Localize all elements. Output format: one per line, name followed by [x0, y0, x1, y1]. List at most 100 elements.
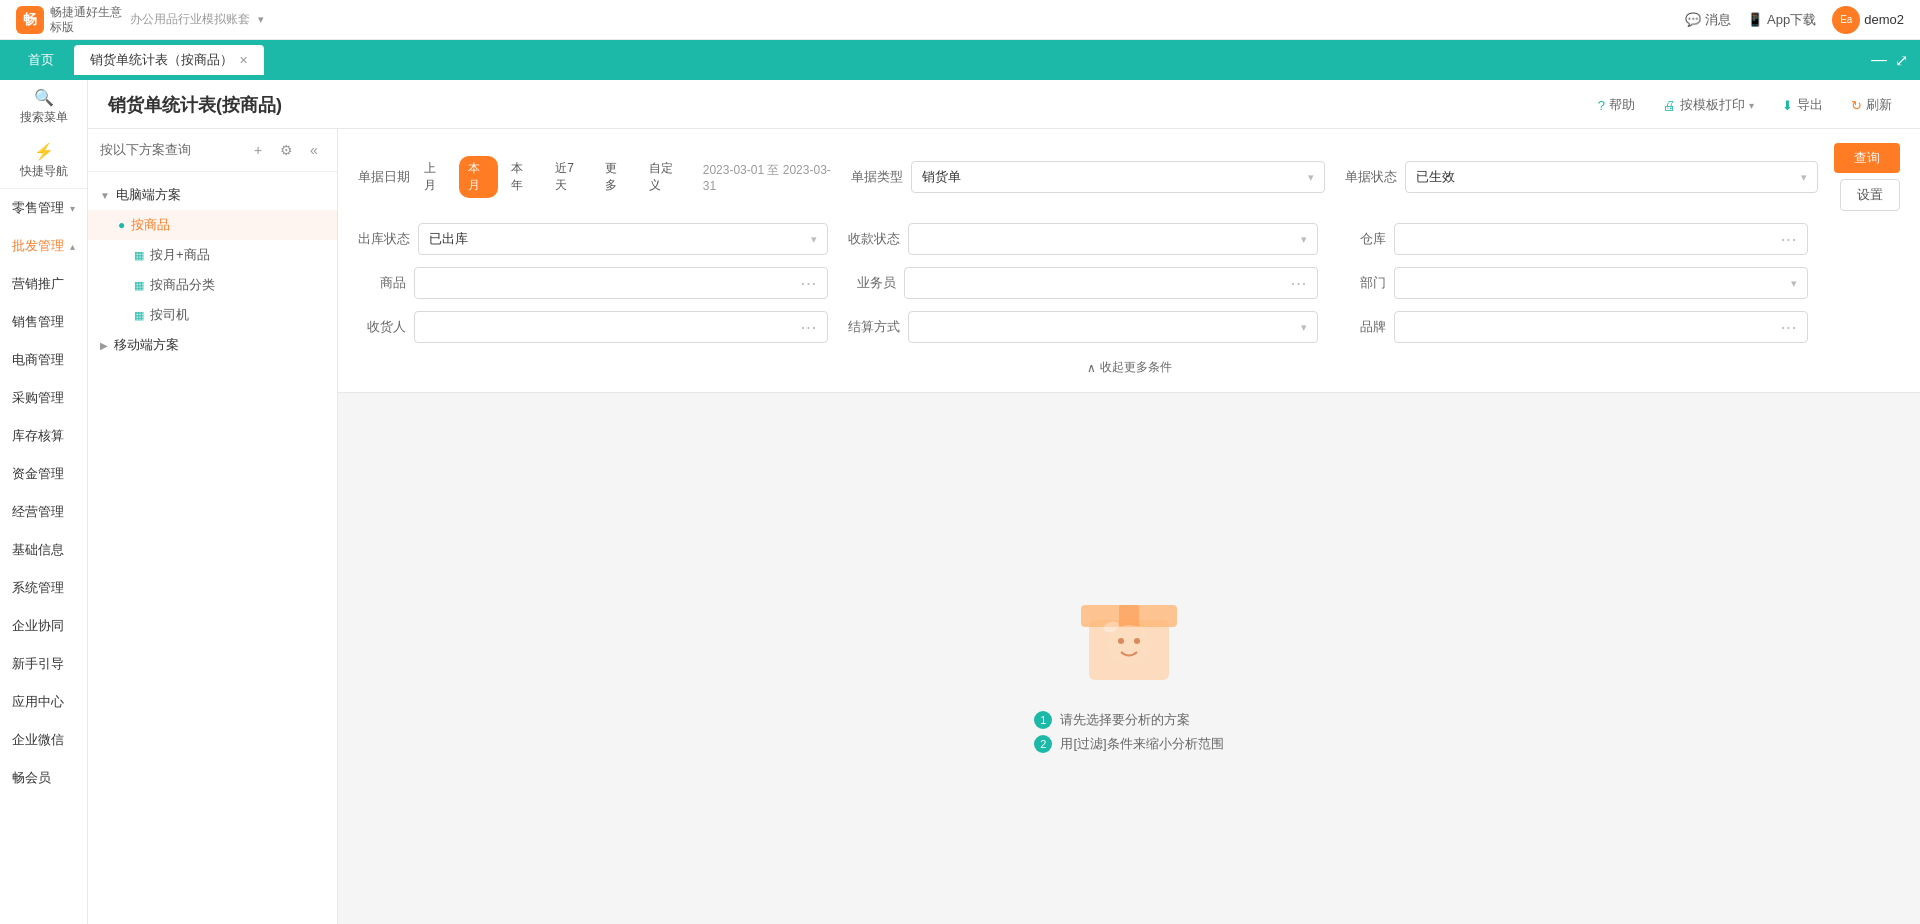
- tab-sales-stat[interactable]: 销货单统计表（按商品） ✕: [74, 45, 264, 75]
- query-btn[interactable]: 查询: [1834, 143, 1900, 173]
- brand-label: 品牌: [1338, 318, 1394, 336]
- sidebar-item-ecommerce[interactable]: 电商管理: [0, 341, 87, 379]
- brand-input[interactable]: ···: [1394, 311, 1808, 343]
- collect-status-input[interactable]: ▾: [908, 223, 1318, 255]
- page-title: 销货单统计表(按商品): [108, 93, 282, 117]
- sidebar-item-enterprise[interactable]: 企业协同: [0, 607, 87, 645]
- sidebar-item-system[interactable]: 系统管理: [0, 569, 87, 607]
- sidebar-item-vip[interactable]: 畅会员: [0, 759, 87, 797]
- salesperson-input[interactable]: ···: [904, 267, 1318, 299]
- tree-group-mobile-header[interactable]: ▶ 移动端方案: [88, 330, 337, 360]
- panel-add-btn[interactable]: +: [247, 139, 269, 161]
- warehouse-group: 仓库 ···: [1338, 223, 1808, 255]
- receiver-input[interactable]: ···: [414, 311, 828, 343]
- message-icon: 💬: [1685, 12, 1701, 27]
- date-tab-current-month[interactable]: 本月: [459, 156, 499, 198]
- panel-settings-btn[interactable]: ⚙: [275, 139, 297, 161]
- tree-item-by-product[interactable]: ● 按商品: [88, 210, 337, 240]
- app-download-btn[interactable]: 📱 App下载: [1747, 11, 1816, 29]
- date-tab-last-month[interactable]: 上月: [415, 156, 455, 198]
- sidebar-item-wechat[interactable]: 企业微信: [0, 721, 87, 759]
- help-btn[interactable]: ? 帮助: [1590, 92, 1643, 118]
- collect-status-group: 收款状态 ▾: [848, 223, 1318, 255]
- product-input[interactable]: ···: [414, 267, 828, 299]
- sidebar-quicknav-label: 快捷导航: [20, 163, 68, 180]
- sidebar-item-finance[interactable]: 资金管理: [0, 455, 87, 493]
- right-content: 单据日期 上月 本月 本年 近7天 更多 自定义 2023-03-01 至 20…: [338, 129, 1920, 924]
- tab-expand-icon[interactable]: ⤢: [1895, 51, 1908, 70]
- collapse-icon: ∧: [1087, 361, 1096, 375]
- tree-group-pc-header[interactable]: ▼ 电脑端方案: [88, 180, 337, 210]
- sidebar-item-wholesale[interactable]: 批发管理 ▴: [0, 227, 87, 265]
- top-bar-right: 💬 消息 📱 App下载 Ea demo2: [1685, 6, 1904, 34]
- top-bar: 畅 畅捷通好生意标版 办公用品行业模拟账套 ▾ 💬 消息 📱 App下载 Ea …: [0, 0, 1920, 40]
- template-print-icon: 🖨: [1663, 98, 1676, 113]
- date-tab-custom[interactable]: 自定义: [640, 156, 691, 198]
- doc-type-input[interactable]: 销货单 ▾: [911, 161, 1324, 193]
- out-status-input[interactable]: 已出库 ▾: [418, 223, 828, 255]
- tree-item-by-month-icon: ▦: [134, 249, 144, 262]
- warehouse-input[interactable]: ···: [1394, 223, 1808, 255]
- filter-area: 单据日期 上月 本月 本年 近7天 更多 自定义 2023-03-01 至 20…: [338, 129, 1920, 393]
- template-print-arrow: ▾: [1749, 100, 1754, 111]
- message-btn[interactable]: 💬 消息: [1685, 11, 1731, 29]
- sidebar-item-retail[interactable]: 零售管理 ▾: [0, 189, 87, 227]
- salesperson-label: 业务员: [848, 274, 904, 292]
- sidebar-item-basic[interactable]: 基础信息: [0, 531, 87, 569]
- tree-group-mobile-label: 移动端方案: [114, 336, 179, 354]
- export-btn[interactable]: ⬇ 导出: [1774, 92, 1831, 118]
- sidebar-item-guide[interactable]: 新手引导: [0, 645, 87, 683]
- sidebar-wechat-label: 企业微信: [12, 731, 64, 749]
- user-area[interactable]: Ea demo2: [1832, 6, 1904, 34]
- date-tab-current-year[interactable]: 本年: [502, 156, 542, 198]
- sidebar-item-marketing[interactable]: 营销推广: [0, 265, 87, 303]
- brand-more: ···: [1780, 318, 1797, 336]
- payment-input[interactable]: ▾: [908, 311, 1318, 343]
- tree-item-by-cashier[interactable]: ▦ 按司机: [88, 300, 337, 330]
- tree-group-mobile: ▶ 移动端方案: [88, 330, 337, 360]
- refresh-btn[interactable]: ↻ 刷新: [1843, 92, 1900, 118]
- sidebar-vip-label: 畅会员: [12, 769, 51, 787]
- empty-num-1: 1: [1034, 711, 1052, 729]
- doc-type-label: 单据类型: [851, 168, 911, 186]
- panel-collapse-btn[interactable]: «: [303, 139, 325, 161]
- user-name: demo2: [1864, 12, 1904, 27]
- tree-item-by-category[interactable]: ▦ 按商品分类: [88, 270, 337, 300]
- filter-row-2: 出库状态 已出库 ▾ 收款状态: [358, 223, 1900, 255]
- sidebar-item-operations[interactable]: 经营管理: [0, 493, 87, 531]
- tab-close-btn[interactable]: ✕: [239, 54, 248, 67]
- sidebar-system-label: 系统管理: [12, 579, 64, 597]
- left-panel-title: 按以下方案查询: [100, 141, 191, 159]
- collapse-btn[interactable]: ∧ 收起更多条件: [1087, 359, 1172, 376]
- refresh-icon: ↻: [1851, 98, 1862, 113]
- tab-home[interactable]: 首页: [12, 45, 70, 75]
- sidebar-quicknav[interactable]: ⚡ 快捷导航: [0, 134, 87, 188]
- left-panel: 按以下方案查询 + ⚙ « ▼ 电脑端方案: [88, 129, 338, 924]
- date-tab-last-7[interactable]: 近7天: [546, 156, 592, 198]
- sidebar-item-appstore[interactable]: 应用中心: [0, 683, 87, 721]
- top-label-arrow[interactable]: ▾: [258, 13, 264, 26]
- doc-type-arrow: ▾: [1308, 171, 1314, 184]
- payment-label: 结算方式: [848, 318, 908, 336]
- tree-item-by-cashier-icon: ▦: [134, 309, 144, 322]
- sidebar-basic-label: 基础信息: [12, 541, 64, 559]
- tree-item-by-month-product[interactable]: ▦ 按月+商品: [88, 240, 337, 270]
- brand-group: 品牌 ···: [1338, 311, 1808, 343]
- sidebar-guide-label: 新手引导: [12, 655, 64, 673]
- sidebar-item-inventory[interactable]: 库存核算: [0, 417, 87, 455]
- sidebar-search[interactable]: 🔍 搜索菜单: [0, 80, 87, 134]
- tab-sales-stat-label: 销货单统计表（按商品）: [90, 51, 233, 69]
- template-print-btn[interactable]: 🖨 按模板打印 ▾: [1655, 92, 1762, 118]
- sidebar-item-sales[interactable]: 销售管理: [0, 303, 87, 341]
- empty-tip-1: 请先选择要分析的方案: [1060, 711, 1190, 729]
- tab-minimize-icon[interactable]: —: [1871, 51, 1887, 69]
- dept-input[interactable]: ▾: [1394, 267, 1808, 299]
- collect-status-label: 收款状态: [848, 230, 908, 248]
- doc-status-input[interactable]: 已生效 ▾: [1405, 161, 1818, 193]
- sidebar-ecommerce-label: 电商管理: [12, 351, 64, 369]
- doc-status-arrow: ▾: [1801, 171, 1807, 184]
- sidebar-retail-arrow: ▾: [70, 203, 75, 214]
- date-tab-more[interactable]: 更多: [596, 156, 636, 198]
- sidebar-item-purchase[interactable]: 采购管理: [0, 379, 87, 417]
- settings-btn[interactable]: 设置: [1840, 179, 1900, 211]
